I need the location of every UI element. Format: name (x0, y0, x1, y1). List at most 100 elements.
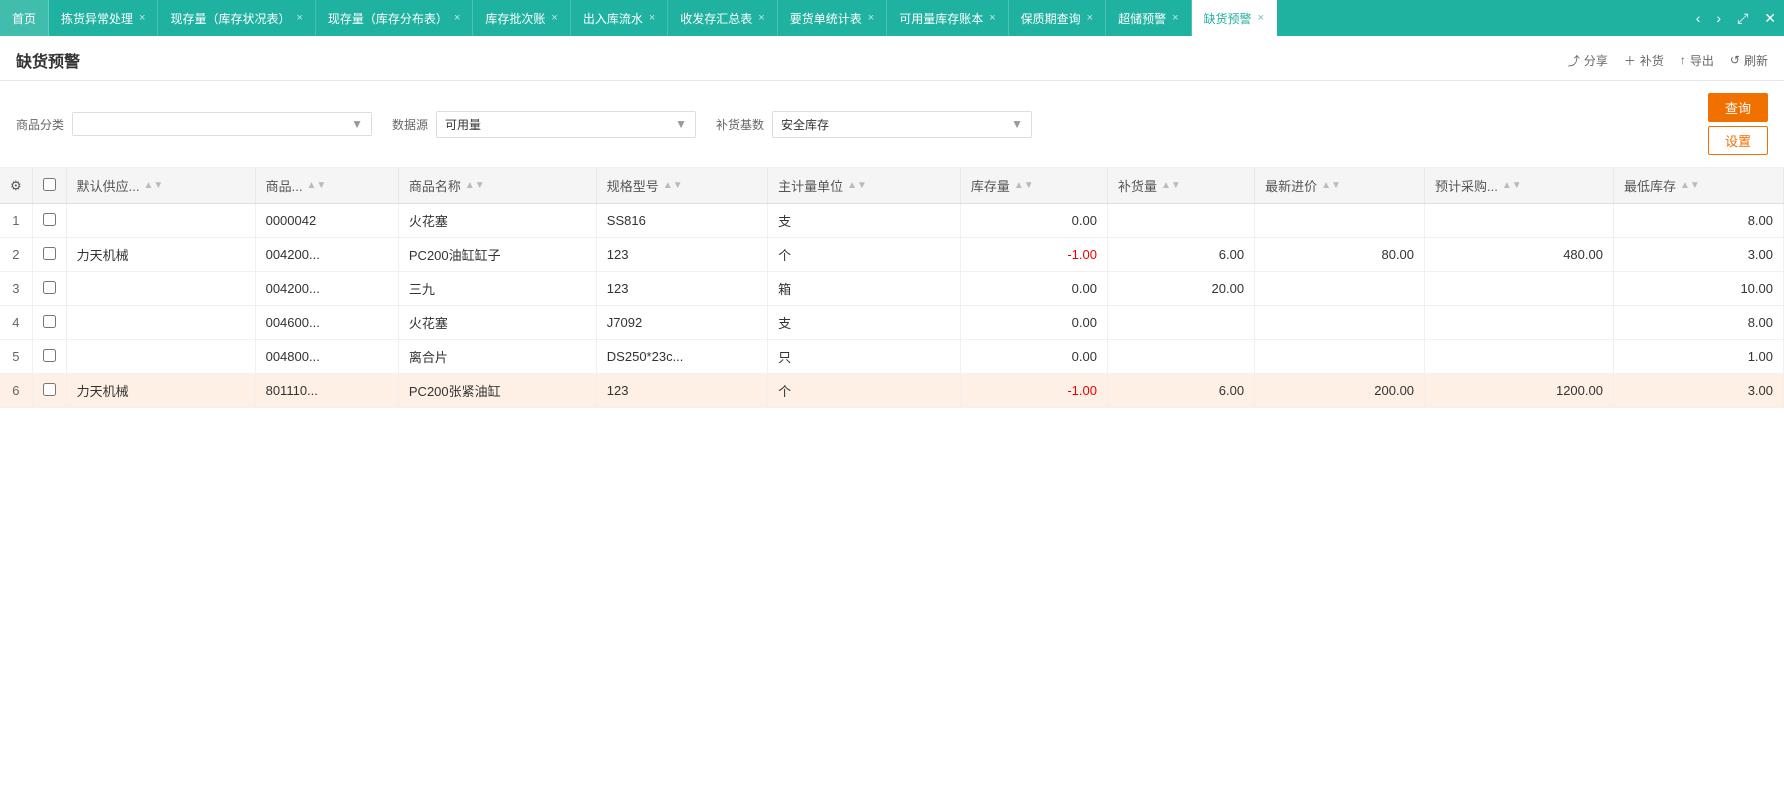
nav-tab-1[interactable]: 拣货异常处理 × (49, 0, 158, 36)
nav-tab-7-close[interactable]: × (868, 12, 874, 24)
row-checkbox[interactable] (43, 213, 56, 226)
action-share[interactable]: ⤴ 分享 (1568, 52, 1608, 69)
filter-category-select[interactable]: ▼ (72, 112, 372, 136)
nav-tab-7[interactable]: 要货单统计表 × (778, 0, 887, 36)
cell-stock-qty: 0.00 (960, 272, 1107, 306)
row-checkbox[interactable] (43, 247, 56, 260)
filter-datasource-label: 数据源 (392, 116, 428, 133)
cell-latest-price (1255, 272, 1425, 306)
nav-tab-10-label: 超储预警 (1118, 10, 1166, 27)
cell-unit: 个 (768, 238, 961, 272)
cell-unit: 只 (768, 340, 961, 374)
nav-tab-8-close[interactable]: × (989, 12, 995, 24)
cell-supplier (66, 272, 255, 306)
cell-unit: 支 (768, 204, 961, 238)
header-actions: ⤴ 分享 ＋ 补货 ↑ 导出 ↺ 刷新 (1568, 52, 1768, 69)
nav-tab-9-label: 保质期查询 (1021, 10, 1081, 27)
th-estimated-purchase-label: 预计采购... (1435, 176, 1498, 195)
table-wrap: ⚙ 默认供应... ▲▼ 商品... ▲▼ (0, 168, 1784, 408)
nav-tab-3-close[interactable]: × (454, 12, 460, 24)
row-checkbox-cell (32, 340, 66, 374)
cell-product-name: PC200油缸缸子 (398, 238, 596, 272)
row-number: 3 (0, 272, 32, 306)
cell-unit: 个 (768, 374, 961, 408)
nav-tab-11[interactable]: 缺货预警 × (1192, 0, 1277, 36)
supplement-icon: ＋ (1624, 52, 1636, 69)
th-min-stock-label: 最低库存 (1624, 176, 1676, 195)
nav-tab-5-close[interactable]: × (649, 12, 655, 24)
top-nav: 首页 拣货异常处理 × 现存量（库存状况表） × 现存量（库存分布表） × 库存… (0, 0, 1784, 36)
row-checkbox[interactable] (43, 315, 56, 328)
sort-icon-min-stock[interactable]: ▲▼ (1680, 181, 1700, 191)
filter-datasource-select[interactable]: 可用量 ▼ (436, 111, 696, 138)
nav-tab-10[interactable]: 超储预警 × (1106, 0, 1191, 36)
nav-tab-11-close[interactable]: × (1258, 12, 1264, 24)
nav-tab-6-close[interactable]: × (758, 12, 764, 24)
cell-replenish-qty (1107, 204, 1254, 238)
sort-icon-stock[interactable]: ▲▼ (1014, 181, 1034, 191)
nav-tab-4[interactable]: 库存批次账 × (473, 0, 570, 36)
row-checkbox-cell (32, 306, 66, 340)
sort-icon-purchase[interactable]: ▲▼ (1502, 181, 1522, 191)
cell-unit: 支 (768, 306, 961, 340)
nav-arrow-left[interactable]: ‹ (1688, 10, 1709, 26)
sort-icon-code[interactable]: ▲▼ (306, 181, 326, 191)
nav-tab-3[interactable]: 现存量（库存分布表） × (316, 0, 473, 36)
action-supplement[interactable]: ＋ 补货 (1624, 52, 1664, 69)
nav-arrows: ‹ › ⤢ ✕ (1688, 10, 1784, 27)
nav-tab-2-close[interactable]: × (296, 12, 302, 24)
data-table: ⚙ 默认供应... ▲▼ 商品... ▲▼ (0, 168, 1784, 408)
row-checkbox[interactable] (43, 281, 56, 294)
nav-expand[interactable]: ⤢ (1729, 10, 1756, 27)
sort-icon-replenish[interactable]: ▲▼ (1161, 181, 1181, 191)
nav-tab-9-close[interactable]: × (1087, 12, 1093, 24)
page-header: 缺货预警 ⤴ 分享 ＋ 补货 ↑ 导出 ↺ 刷新 (0, 36, 1784, 81)
th-min-stock: 最低库存 ▲▼ (1613, 168, 1783, 204)
cell-supplier: 力天机械 (66, 374, 255, 408)
row-number: 1 (0, 204, 32, 238)
setting-button[interactable]: 设置 (1708, 126, 1768, 155)
nav-tab-6[interactable]: 收发存汇总表 × (668, 0, 777, 36)
chevron-down-icon-2: ▼ (675, 117, 687, 131)
query-button[interactable]: 查询 (1708, 93, 1768, 122)
sort-icon-unit[interactable]: ▲▼ (847, 181, 867, 191)
th-latest-price: 最新进价 ▲▼ (1255, 168, 1425, 204)
cell-product-name: 火花塞 (398, 204, 596, 238)
nav-tab-2[interactable]: 现存量（库存状况表） × (158, 0, 315, 36)
cell-min-stock: 1.00 (1613, 340, 1783, 374)
filter-replenish-label: 补货基数 (716, 116, 764, 133)
cell-min-stock: 3.00 (1613, 374, 1783, 408)
cell-min-stock: 8.00 (1613, 306, 1783, 340)
th-default-supplier: 默认供应... ▲▼ (66, 168, 255, 204)
th-spec: 规格型号 ▲▼ (596, 168, 767, 204)
nav-tab-5[interactable]: 出入库流水 × (571, 0, 668, 36)
nav-arrow-right[interactable]: › (1708, 10, 1729, 26)
th-stock-qty: 库存量 ▲▼ (960, 168, 1107, 204)
filter-replenish-select[interactable]: 安全库存 ▼ (772, 111, 1032, 138)
row-checkbox-cell (32, 204, 66, 238)
sort-icon-name[interactable]: ▲▼ (465, 181, 485, 191)
nav-tab-1-close[interactable]: × (139, 12, 145, 24)
nav-tab-8[interactable]: 可用量库存账本 × (887, 0, 1008, 36)
nav-tab-10-close[interactable]: × (1172, 12, 1178, 24)
action-export[interactable]: ↑ 导出 (1680, 52, 1714, 69)
sort-icon-supplier[interactable]: ▲▼ (144, 181, 164, 191)
nav-close-all[interactable]: ✕ (1756, 10, 1784, 27)
gear-icon[interactable]: ⚙ (10, 178, 22, 193)
sort-icon-price[interactable]: ▲▼ (1321, 181, 1341, 191)
row-checkbox[interactable] (43, 383, 56, 396)
cell-latest-price (1255, 340, 1425, 374)
select-all-checkbox[interactable] (43, 178, 56, 191)
nav-tab-home[interactable]: 首页 (0, 0, 49, 36)
action-refresh[interactable]: ↺ 刷新 (1730, 52, 1768, 69)
nav-tab-11-label: 缺货预警 (1204, 10, 1252, 27)
th-replenish-qty-label: 补货量 (1118, 176, 1157, 195)
nav-tab-6-label: 收发存汇总表 (680, 10, 752, 27)
table-row: 5 004800... 离合片 DS250*23c... 只 0.00 1.00 (0, 340, 1784, 374)
nav-tab-3-label: 现存量（库存分布表） (328, 10, 448, 27)
row-checkbox[interactable] (43, 349, 56, 362)
nav-tab-9[interactable]: 保质期查询 × (1009, 0, 1106, 36)
nav-tab-4-close[interactable]: × (551, 12, 557, 24)
sort-icon-spec[interactable]: ▲▼ (663, 181, 683, 191)
cell-spec: 123 (596, 238, 767, 272)
